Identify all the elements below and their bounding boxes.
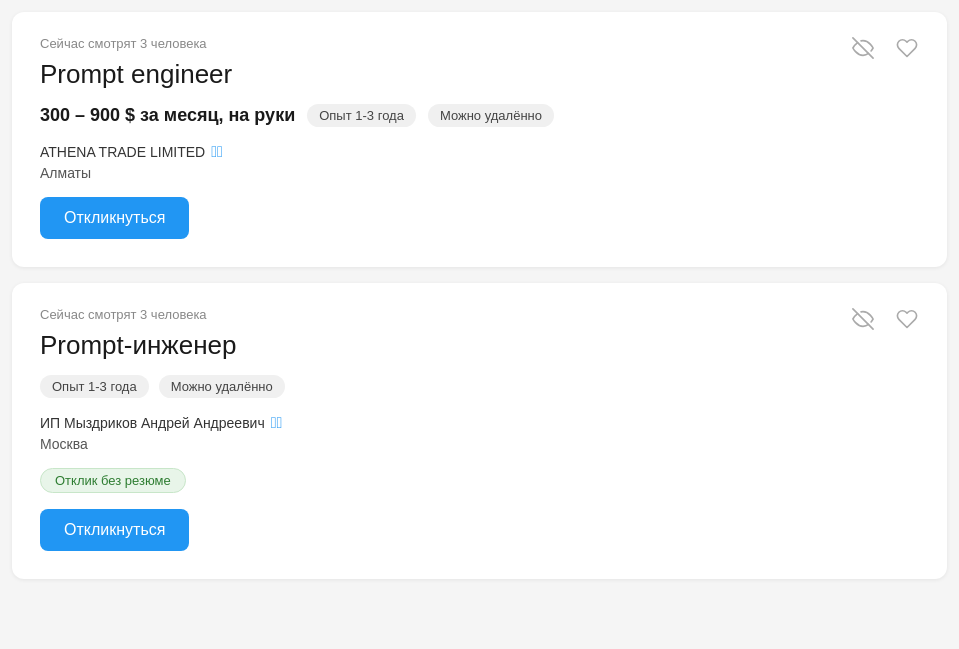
card-actions-1 — [847, 32, 923, 64]
heart-icon-1 — [896, 37, 918, 59]
eye-slash-icon-2 — [852, 308, 874, 330]
remote-tag-1: Можно удалённо — [428, 104, 554, 127]
job-card-2: Сейчас смотрят 3 человека Prompt-инженер… — [12, 283, 947, 579]
verified-icon-2: ✓⃝ — [271, 414, 283, 432]
city-2: Москва — [40, 436, 919, 452]
company-row-2: ИП Мыздриков Андрей Андреевич ✓⃝ — [40, 414, 919, 432]
company-name-1: ATHENA TRADE LIMITED — [40, 144, 205, 160]
city-1: Алматы — [40, 165, 919, 181]
job-card-1: Сейчас смотрят 3 человека Prompt enginee… — [12, 12, 947, 267]
favorite-button-2[interactable] — [891, 303, 923, 335]
company-row-1: ATHENA TRADE LIMITED ✓⃝ — [40, 143, 919, 161]
experience-tag-1: Опыт 1-3 года — [307, 104, 416, 127]
tags-row-2: Опыт 1-3 года Можно удалённо — [40, 375, 919, 398]
remote-tag-2: Можно удалённо — [159, 375, 285, 398]
eye-slash-icon-1 — [852, 37, 874, 59]
apply-button-2[interactable]: Откликнуться — [40, 509, 189, 551]
hide-button-1[interactable] — [847, 32, 879, 64]
experience-tag-2: Опыт 1-3 года — [40, 375, 149, 398]
apply-button-1[interactable]: Откликнуться — [40, 197, 189, 239]
hide-button-2[interactable] — [847, 303, 879, 335]
card-actions-2 — [847, 303, 923, 335]
viewers-2: Сейчас смотрят 3 человека — [40, 307, 919, 322]
salary-1: 300 – 900 $ за месяц, на руки — [40, 105, 295, 126]
viewers-1: Сейчас смотрят 3 человека — [40, 36, 919, 51]
favorite-button-1[interactable] — [891, 32, 923, 64]
job-title-2: Prompt-инженер — [40, 330, 919, 361]
heart-icon-2 — [896, 308, 918, 330]
company-name-2: ИП Мыздриков Андрей Андреевич — [40, 415, 265, 431]
verified-icon-1: ✓⃝ — [211, 143, 223, 161]
job-title-1: Prompt engineer — [40, 59, 919, 90]
salary-row-1: 300 – 900 $ за месяц, на руки Опыт 1-3 г… — [40, 104, 919, 127]
no-resume-badge: Отклик без резюме — [40, 468, 186, 493]
